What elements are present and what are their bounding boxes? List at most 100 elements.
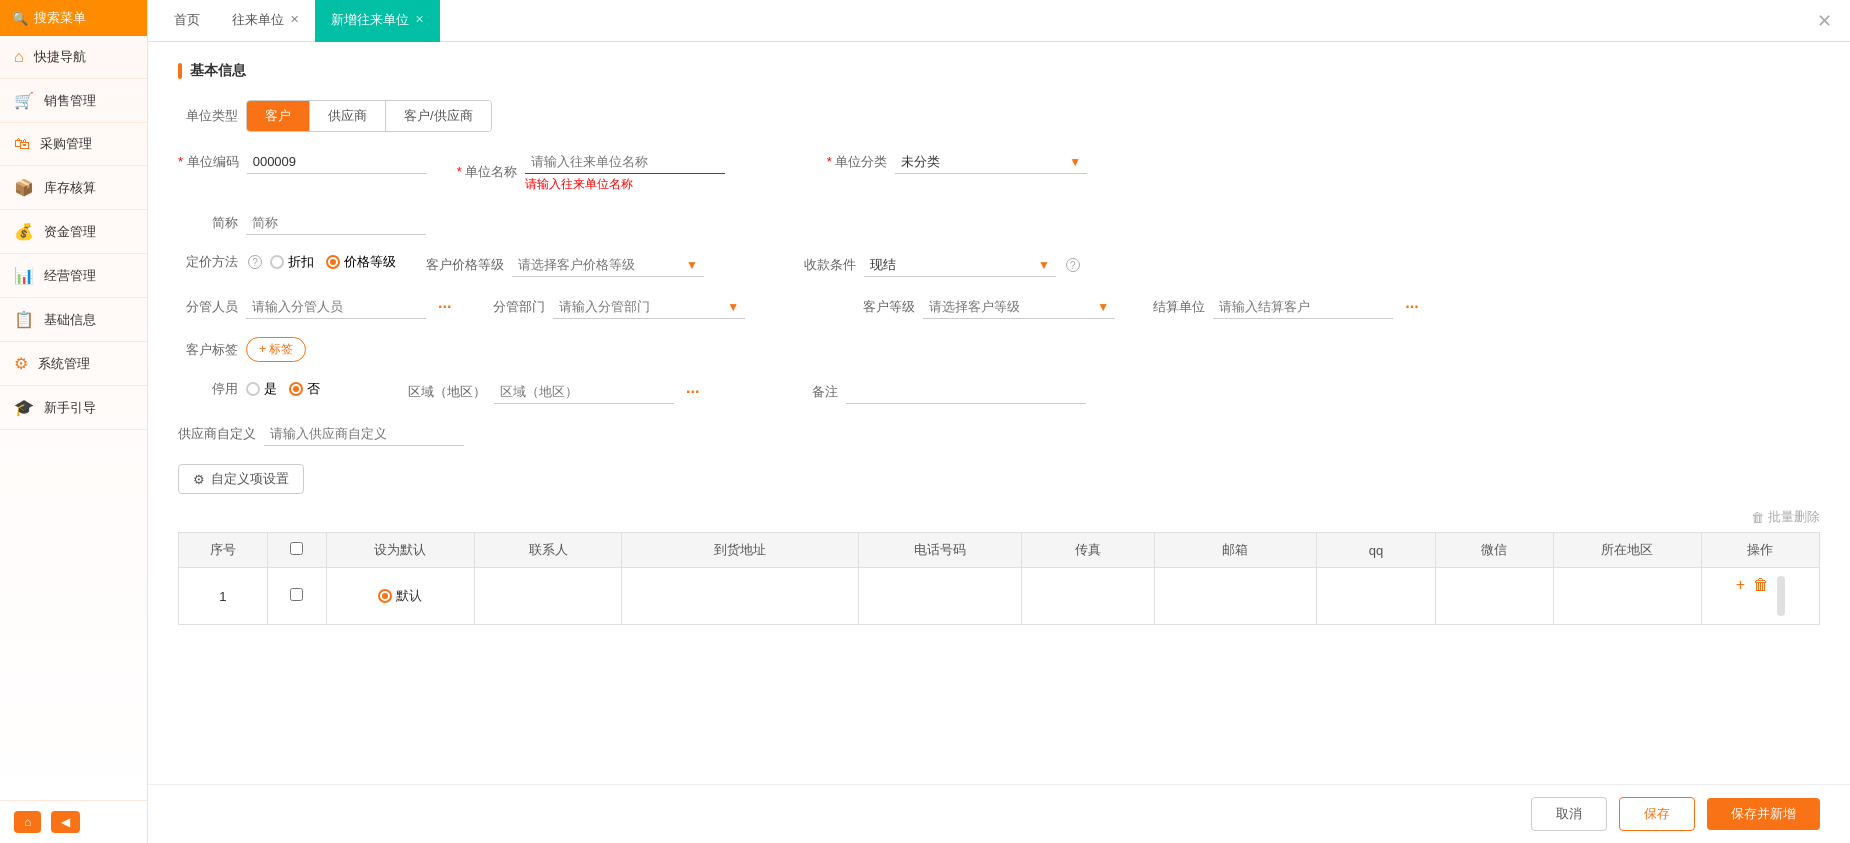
sidebar-search[interactable]: 🔍 搜索菜单: [0, 0, 147, 36]
manager-more-btn[interactable]: ···: [434, 298, 455, 316]
form-row-manager: 分管人员 ··· 分管部门 ▼ 客户等级 ▼ 结算单位: [178, 295, 1820, 319]
custom-settings-button[interactable]: ⚙ 自定义项设置: [178, 464, 304, 494]
tab-new-contact[interactable]: 新增往来单位 ✕: [315, 0, 440, 42]
unit-category-select[interactable]: ▼: [895, 150, 1087, 174]
row-fax-input[interactable]: [1032, 589, 1144, 604]
unit-category-label: 单位分类: [827, 153, 888, 171]
tab-contacts-close[interactable]: ✕: [290, 13, 299, 26]
sidebar-item-guide[interactable]: 🎓 新手引导: [0, 386, 147, 430]
payment-help-icon[interactable]: ?: [1066, 258, 1080, 272]
type-btn-customer[interactable]: 客户: [247, 101, 310, 131]
sidebar-item-system[interactable]: ⚙ 系统管理: [0, 342, 147, 386]
row-email[interactable]: [1154, 568, 1317, 625]
row-wechat-input[interactable]: [1446, 589, 1543, 604]
unit-name-input[interactable]: [525, 150, 725, 174]
sidebar-item-stock[interactable]: 📦 库存核算: [0, 166, 147, 210]
table-toolbar: 🗑 批量删除: [178, 508, 1820, 526]
row-qq[interactable]: [1317, 568, 1435, 625]
row-email-input[interactable]: [1165, 589, 1307, 604]
payment-terms-input[interactable]: [870, 257, 1038, 272]
disabled-yes-radio[interactable]: [246, 382, 260, 396]
tab-new-contact-close[interactable]: ✕: [415, 13, 424, 26]
row-region[interactable]: [1553, 568, 1701, 625]
sidebar-home-btn[interactable]: ⌂: [14, 811, 41, 833]
manager-input[interactable]: [246, 295, 426, 319]
settlement-input[interactable]: [1213, 295, 1393, 319]
batch-delete-btn[interactable]: 🗑 批量删除: [1751, 508, 1820, 526]
region-more-btn[interactable]: ···: [682, 383, 703, 401]
pricing-discount[interactable]: 折扣: [270, 253, 314, 271]
scrollbar[interactable]: [1777, 576, 1785, 616]
global-close-btn[interactable]: ✕: [1809, 10, 1840, 32]
manager-group: 分管人员 ···: [178, 295, 455, 319]
sidebar-item-operations[interactable]: 📊 经营管理: [0, 254, 147, 298]
unit-category-group: 单位分类 ▼: [827, 150, 1088, 174]
tab-new-contact-label: 新增往来单位: [331, 11, 409, 29]
dept-input[interactable]: [559, 299, 727, 314]
row-address[interactable]: [622, 568, 859, 625]
type-btn-supplier[interactable]: 供应商: [310, 101, 386, 131]
pricing-label: 定价方法: [178, 253, 238, 271]
chevron-down-icon2: ▼: [686, 258, 698, 272]
row-contact-input[interactable]: [485, 589, 612, 604]
add-row-btn[interactable]: +: [1736, 576, 1745, 616]
sidebar-item-sales[interactable]: 🛒 销售管理: [0, 79, 147, 123]
section-bar: [178, 63, 182, 79]
save-new-button[interactable]: 保存并新增: [1707, 798, 1820, 830]
row-region-input[interactable]: [1564, 589, 1691, 604]
unit-name-label: 单位名称: [457, 163, 518, 181]
settlement-more-btn[interactable]: ···: [1401, 298, 1422, 316]
disabled-yes[interactable]: 是: [246, 380, 277, 398]
row-checkbox[interactable]: [290, 588, 303, 601]
row-fax[interactable]: [1021, 568, 1154, 625]
customer-level-input[interactable]: [929, 299, 1097, 314]
cancel-button[interactable]: 取消: [1531, 797, 1607, 831]
form-row-unit-type: 单位类型 客户 供应商 客户/供应商: [178, 100, 1820, 132]
gear-icon: ⚙: [14, 354, 28, 373]
region-label: 区域（地区）: [408, 383, 486, 401]
col-email: 邮箱: [1154, 533, 1317, 568]
dept-select[interactable]: ▼: [553, 295, 745, 319]
row-default-radio[interactable]: [378, 589, 392, 603]
tab-home[interactable]: 首页: [158, 0, 216, 42]
region-input[interactable]: [494, 380, 674, 404]
customer-price-select[interactable]: ▼: [512, 253, 704, 277]
row-address-input[interactable]: [632, 589, 848, 604]
row-phone[interactable]: [859, 568, 1022, 625]
alias-label: 简称: [178, 214, 238, 232]
alias-input[interactable]: [246, 211, 426, 235]
supplier-custom-input[interactable]: [264, 422, 464, 446]
remark-input[interactable]: [846, 380, 1086, 404]
sidebar-item-basic[interactable]: 📋 基础信息: [0, 298, 147, 342]
sidebar-item-purchase[interactable]: 🛍 采购管理: [0, 123, 147, 166]
row-qq-input[interactable]: [1327, 589, 1424, 604]
row-wechat[interactable]: [1435, 568, 1553, 625]
unit-code-input[interactable]: [247, 150, 427, 174]
form-row-supplier-custom: 供应商自定义: [178, 422, 1820, 446]
pricing-help-icon[interactable]: ?: [248, 255, 262, 269]
customer-price-input[interactable]: [518, 257, 686, 272]
price-level-label: 价格等级: [344, 253, 396, 271]
sidebar-item-label: 资金管理: [44, 223, 96, 241]
unit-category-input[interactable]: [901, 154, 1069, 169]
tab-contacts[interactable]: 往来单位 ✕: [216, 0, 315, 42]
delete-row-btn[interactable]: 🗑: [1753, 576, 1769, 616]
pricing-group: 定价方法 ? 折扣 价格等级: [178, 253, 396, 271]
pricing-price-level[interactable]: 价格等级: [326, 253, 396, 271]
row-contact[interactable]: [474, 568, 622, 625]
section-title: 基本信息: [190, 62, 246, 80]
customer-level-select[interactable]: ▼: [923, 295, 1115, 319]
add-tag-button[interactable]: + 标签: [246, 337, 306, 362]
disabled-no[interactable]: 否: [289, 380, 320, 398]
row-phone-input[interactable]: [869, 589, 1011, 604]
select-all-checkbox[interactable]: [290, 542, 303, 555]
sidebar-expand-btn[interactable]: ◀: [51, 811, 80, 833]
payment-terms-select[interactable]: ▼: [864, 253, 1056, 277]
discount-radio[interactable]: [270, 255, 284, 269]
sidebar-item-finance[interactable]: 💰 资金管理: [0, 210, 147, 254]
save-button[interactable]: 保存: [1619, 797, 1695, 831]
price-level-radio[interactable]: [326, 255, 340, 269]
type-btn-both[interactable]: 客户/供应商: [386, 101, 491, 131]
sidebar-item-quick-nav[interactable]: ⌂ 快捷导航: [0, 36, 147, 79]
disabled-no-radio[interactable]: [289, 382, 303, 396]
